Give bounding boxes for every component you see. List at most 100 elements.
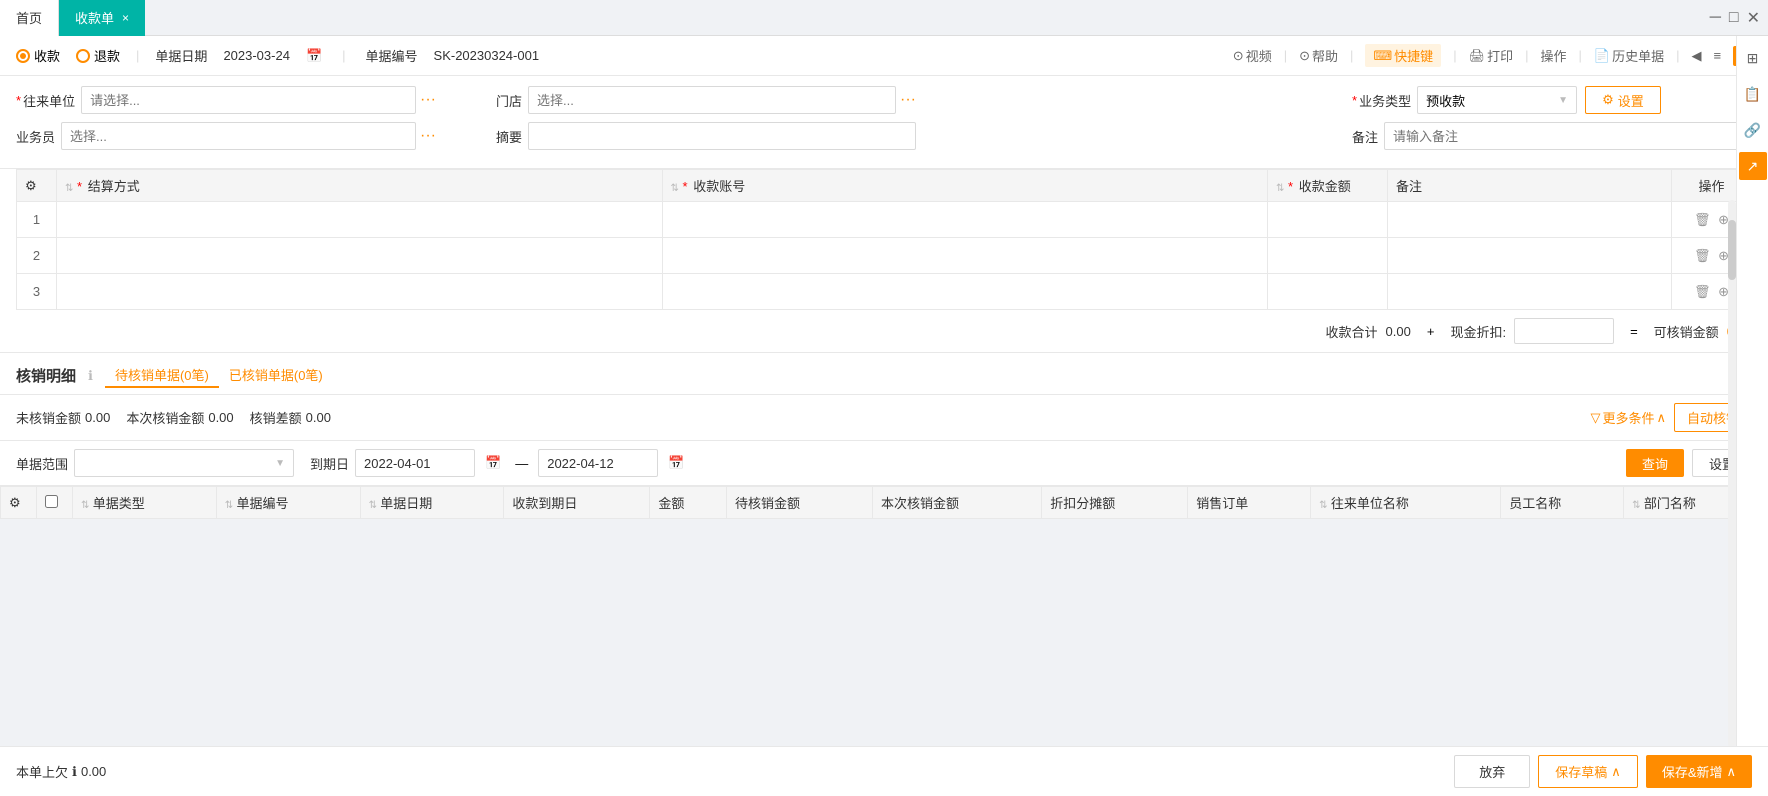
video-icon: ⊙ xyxy=(1233,48,1244,64)
row3-account[interactable] xyxy=(662,274,1268,310)
date-cal-to[interactable]: 📅 xyxy=(668,455,684,471)
row3-delete-icon[interactable]: 🗑 xyxy=(1694,284,1711,299)
bottom-col-checkbox[interactable] xyxy=(37,487,73,519)
summary-field: 摘要 xyxy=(496,122,916,150)
date-label: 单据日期 xyxy=(155,46,207,65)
biz-type-label: 业务类型 xyxy=(1359,91,1411,110)
radio-tuikuan[interactable]: 退款 xyxy=(76,46,120,65)
help-btn[interactable]: ⊙ 帮助 xyxy=(1299,46,1338,65)
radio-tuikuan-dot xyxy=(76,49,90,63)
due-date-to[interactable] xyxy=(538,449,658,477)
shop-field: 门店 ··· xyxy=(496,86,916,114)
scrollbar-thumb[interactable] xyxy=(1728,220,1736,280)
row1-remark[interactable] xyxy=(1388,202,1672,238)
uncleaned-label: 未核销金额 xyxy=(16,408,81,427)
table-gear-icon[interactable]: ⚙ xyxy=(25,178,37,193)
bottom-gear-icon[interactable]: ⚙ xyxy=(9,495,21,510)
remark-input[interactable] xyxy=(1384,122,1752,150)
right-sidebar: ⊞ 📋 🔗 ↗ xyxy=(1736,36,1768,796)
layout-list-icon[interactable]: ≡ xyxy=(1714,48,1722,63)
select-all-checkbox[interactable] xyxy=(45,495,58,508)
bottom-table-section: ⚙ ⇅ 单据类型 ⇅ 单据编号 ⇅ 单据日期 收款到期日 金 xyxy=(0,486,1768,519)
row1-amount[interactable] xyxy=(1268,202,1388,238)
divider-5: | xyxy=(1453,48,1456,63)
tab-pending[interactable]: 待核销单据(0笔) xyxy=(105,363,219,388)
minimize-icon[interactable]: ─ xyxy=(1710,9,1721,27)
shortcut-btn[interactable]: ⌨ 快捷键 xyxy=(1365,44,1441,67)
row2-remark[interactable] xyxy=(1388,238,1672,274)
bottom-col-gear[interactable]: ⚙ xyxy=(1,487,37,519)
row1-account[interactable] xyxy=(662,202,1268,238)
footer-actions: 放弃 保存草稿 ∧ 保存&新增 ∧ xyxy=(1454,755,1752,788)
uncleaned-stat: 未核销金额 0.00 xyxy=(16,408,110,427)
biz-type-select[interactable]: 预收款 ▼ xyxy=(1417,86,1577,114)
due-date-from[interactable] xyxy=(355,449,475,477)
date-cal-from[interactable]: 📅 xyxy=(485,455,501,471)
row2-account[interactable] xyxy=(662,238,1268,274)
staff-more-btn[interactable]: ··· xyxy=(420,127,436,145)
bottom-col-staff: 员工名称 xyxy=(1501,487,1624,519)
save-draft-chevron: ∧ xyxy=(1611,764,1621,780)
divider-7: | xyxy=(1579,48,1582,63)
row2-settlement[interactable] xyxy=(57,238,663,274)
bottom-col-number: ⇅ 单据编号 xyxy=(216,487,360,519)
range-select[interactable]: ▼ xyxy=(74,449,294,477)
settings-btn[interactable]: ⚙ 设置 xyxy=(1585,86,1661,114)
print-btn[interactable]: 🖨 打印 xyxy=(1469,46,1514,65)
table-header-row: ⚙ ⇅ * 结算方式 ⇅ * 收款账号 ⇅ * 收款金额 xyxy=(17,170,1752,202)
bottom-col-date: ⇅ 单据日期 xyxy=(360,487,504,519)
radio-shoukuan[interactable]: 收款 xyxy=(16,46,60,65)
tab-home[interactable]: 首页 xyxy=(0,0,59,36)
shop-label: 门店 xyxy=(496,91,522,110)
abandon-btn[interactable]: 放弃 xyxy=(1454,755,1530,788)
nav-left-icon[interactable]: ◀ xyxy=(1692,48,1702,64)
verifiable-label: 可核销金额 xyxy=(1654,322,1719,341)
maximize-icon[interactable]: □ xyxy=(1729,9,1739,27)
sidebar-icon-2[interactable]: 📋 xyxy=(1739,80,1767,108)
row3-amount[interactable] xyxy=(1268,274,1388,310)
row1-delete-icon[interactable]: 🗑 xyxy=(1694,212,1711,227)
writeoff-info-icon[interactable]: ℹ xyxy=(88,368,93,384)
carry-info-icon[interactable]: ℹ xyxy=(72,764,77,780)
row-num-3: 3 xyxy=(17,274,57,310)
shop-more-btn[interactable]: ··· xyxy=(900,91,916,109)
sidebar-icon-4[interactable]: ↗ xyxy=(1739,152,1767,180)
sidebar-icon-1[interactable]: ⊞ xyxy=(1739,44,1767,72)
row2-amount[interactable] xyxy=(1268,238,1388,274)
discount-input[interactable] xyxy=(1514,318,1614,344)
carry-label: 本单上欠 xyxy=(16,762,68,781)
col-account-header: ⇅ * 收款账号 xyxy=(662,170,1268,202)
history-btn[interactable]: 📄 历史单据 xyxy=(1594,46,1664,65)
partner-more-btn[interactable]: ··· xyxy=(420,91,436,109)
col-gear[interactable]: ⚙ xyxy=(17,170,57,202)
current-label: 本次核销金额 xyxy=(126,408,204,427)
video-btn[interactable]: ⊙ 视频 xyxy=(1233,46,1272,65)
partner-label: 往来单位 xyxy=(23,91,75,110)
row2-delete-icon[interactable]: 🗑 xyxy=(1694,248,1711,263)
save-new-btn[interactable]: 保存&新增 ∧ xyxy=(1646,755,1752,788)
scrollbar[interactable] xyxy=(1728,200,1736,748)
operate-btn[interactable]: 操作 xyxy=(1541,46,1567,65)
more-conditions-chevron: ∧ xyxy=(1656,410,1666,426)
more-conditions-btn[interactable]: ▽ 更多条件 ∧ xyxy=(1590,408,1666,427)
sidebar-icon-3[interactable]: 🔗 xyxy=(1739,116,1767,144)
summary-input[interactable] xyxy=(528,122,916,150)
calendar-icon[interactable]: 📅 xyxy=(306,48,322,64)
tab-close-icon[interactable]: × xyxy=(122,11,129,25)
row3-settlement[interactable] xyxy=(57,274,663,310)
number-value: SK-20230324-001 xyxy=(434,48,540,63)
query-btn[interactable]: 查询 xyxy=(1626,449,1684,477)
equals-sign: = xyxy=(1630,324,1638,339)
save-draft-btn[interactable]: 保存草稿 ∧ xyxy=(1538,755,1638,788)
number-label: 单据编号 xyxy=(366,46,418,65)
close-window-icon[interactable]: ✕ xyxy=(1747,8,1760,28)
staff-input[interactable] xyxy=(61,122,416,150)
row3-remark[interactable] xyxy=(1388,274,1672,310)
tab-done[interactable]: 已核销单据(0笔) xyxy=(219,363,333,388)
form-row-1: * 往来单位 ··· 门店 ··· * 业务类型 预收款 ▼ ⚙ 设置 xyxy=(16,86,1752,114)
partner-input[interactable] xyxy=(81,86,416,114)
table-row: 3 🗑 ⊕ xyxy=(17,274,1752,310)
tab-shoukuan[interactable]: 收款单 × xyxy=(59,0,145,36)
row1-settlement[interactable] xyxy=(57,202,663,238)
shop-input[interactable] xyxy=(528,86,896,114)
